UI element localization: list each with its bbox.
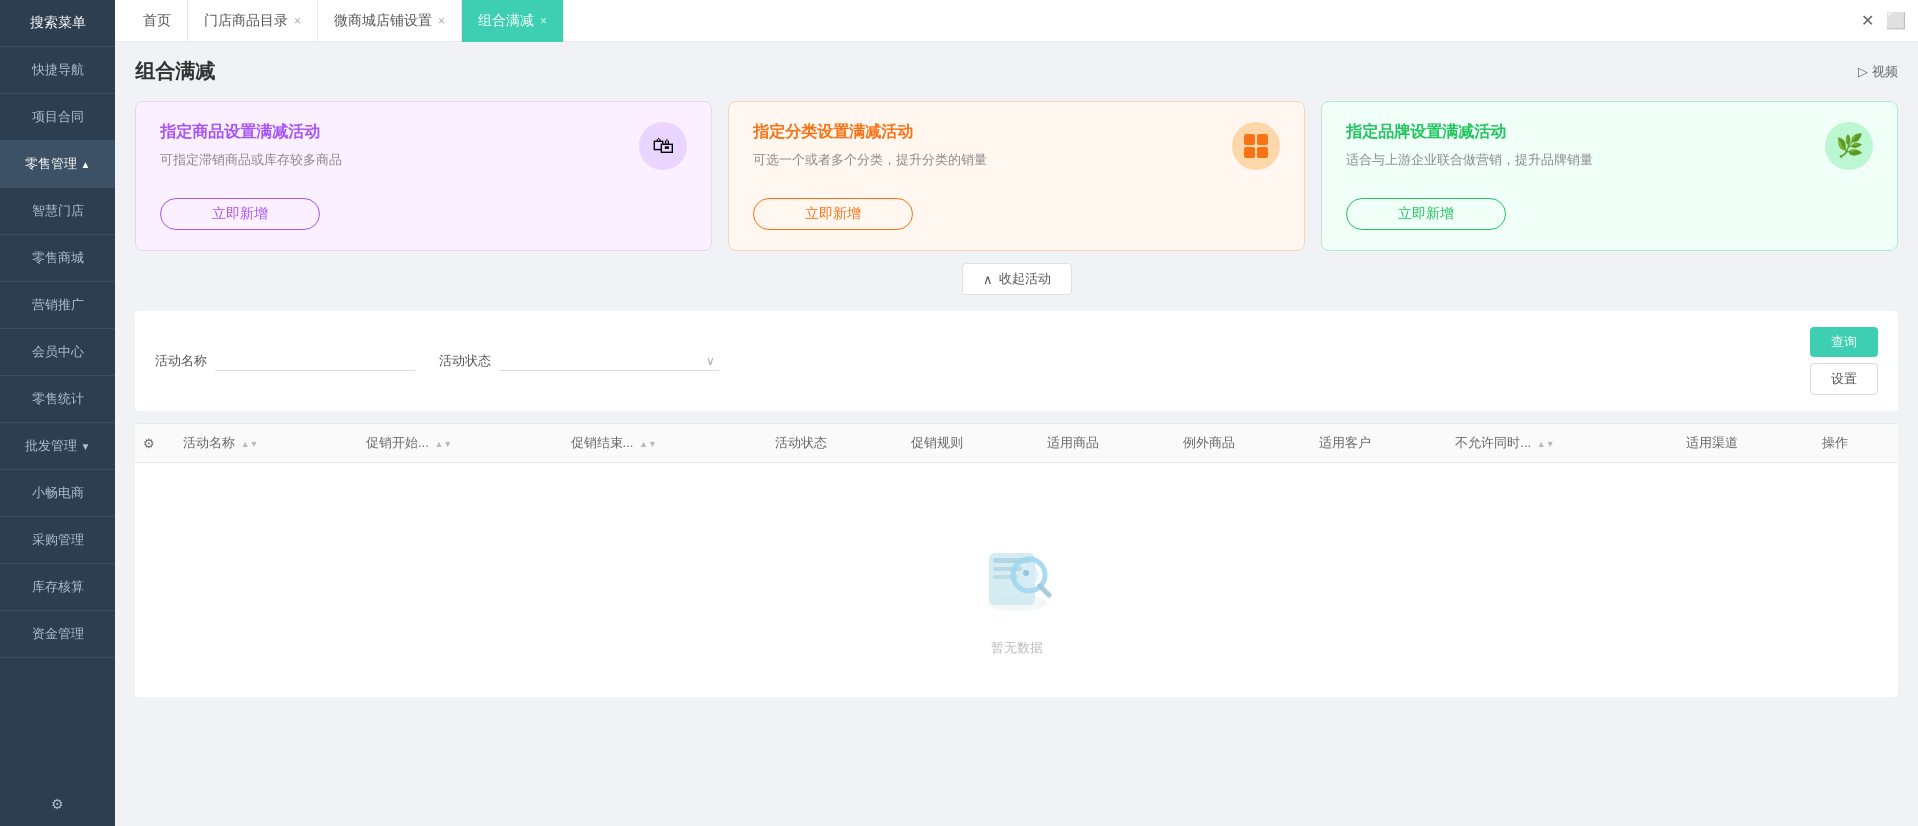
svg-rect-7 [993, 567, 1023, 571]
tab-bar: 首页 门店商品目录 × 微商城店铺设置 × 组合满减 × ✕ ⬜ [115, 0, 1918, 42]
sidebar-settings[interactable]: ⚙ [0, 782, 115, 826]
window-controls: ✕ ⬜ [1861, 11, 1906, 30]
page-title: 组合满减 [135, 58, 215, 85]
chevron-up-icon: ∧ [983, 272, 993, 287]
table-wrap: ⚙ 活动名称 ▲▼ 促销开始... ▲▼ 促销结束... ▲▼ [135, 423, 1898, 697]
sidebar-item-shortcuts[interactable]: 快捷导航 [0, 47, 115, 94]
svg-point-10 [1019, 565, 1039, 585]
th-promo-rule: 促销规则 [903, 424, 1039, 463]
filter-activity-name-label: 活动名称 [155, 352, 207, 370]
sort-icon: ▲▼ [434, 439, 452, 449]
tab-store-catalog[interactable]: 门店商品目录 × [188, 0, 318, 42]
sidebar-item-membership[interactable]: 会员中心 [0, 329, 115, 376]
activity-card-brand: 指定品牌设置满减活动 🌿 适合与上游企业联合做营销，提升品牌销量 立即新增 [1321, 101, 1898, 251]
filter-activity-status: 活动状态 ∨ [439, 351, 719, 371]
sidebar-item-retail-mall[interactable]: 零售商城 [0, 235, 115, 282]
activity-cards: 指定商品设置满减活动 🛍 可指定滞销商品或库存较多商品 立即新增 指定分类设置满… [135, 101, 1898, 251]
tab-close-wechat-store-settings[interactable]: × [438, 14, 445, 28]
sidebar-item-retail-management[interactable]: 零售管理 ▲ [0, 141, 115, 188]
card-product-title: 指定商品设置满减活动 [160, 122, 687, 143]
th-applicable-goods: 适用商品 [1039, 424, 1175, 463]
card-product-desc: 可指定滞销商品或库存较多商品 [160, 151, 687, 178]
filter-activity-status-select[interactable] [499, 351, 719, 371]
data-table: ⚙ 活动名称 ▲▼ 促销开始... ▲▼ 促销结束... ▲▼ [135, 423, 1898, 463]
th-promo-start[interactable]: 促销开始... ▲▼ [358, 424, 563, 463]
collapse-activity-button[interactable]: ∧ 收起活动 [962, 263, 1072, 295]
window-close-button[interactable]: ✕ [1861, 11, 1874, 30]
sidebar-item-smart-store[interactable]: 智慧门店 [0, 188, 115, 235]
svg-rect-1 [1257, 134, 1268, 145]
card-brand-icon: 🌿 [1825, 122, 1873, 170]
tab-home[interactable]: 首页 [127, 0, 188, 42]
card-brand-add-button[interactable]: 立即新增 [1346, 198, 1506, 230]
card-product-icon: 🛍 [639, 122, 687, 170]
filter-activity-name: 活动名称 [155, 351, 415, 371]
th-promo-end[interactable]: 促销结束... ▲▼ [563, 424, 768, 463]
card-category-add-button[interactable]: 立即新增 [753, 198, 913, 230]
sidebar-search[interactable]: 搜索菜单 [0, 0, 115, 47]
collapse-bar: ∧ 收起活动 [135, 263, 1898, 295]
card-product-add-button[interactable]: 立即新增 [160, 198, 320, 230]
main-area: 首页 门店商品目录 × 微商城店铺设置 × 组合满减 × ✕ ⬜ 组合满减 ▷ … [115, 0, 1918, 826]
sort-icon: ▲▼ [639, 439, 657, 449]
svg-rect-0 [1244, 134, 1255, 145]
th-not-allow-concurrent[interactable]: 不允许同时... ▲▼ [1447, 424, 1678, 463]
empty-state-icon [967, 523, 1067, 623]
card-category-desc: 可选一个或者多个分类，提升分类的销量 [753, 151, 1280, 178]
tab-combo-discount[interactable]: 组合满减 × [462, 0, 564, 42]
tab-close-store-catalog[interactable]: × [294, 14, 301, 28]
sidebar-item-project-contract[interactable]: 项目合同 [0, 94, 115, 141]
th-operation: 操作 [1814, 424, 1898, 463]
chevron-down-icon: ▼ [81, 441, 91, 452]
sort-icon: ▲▼ [241, 439, 259, 449]
filter-actions: 查询 设置 [1810, 327, 1878, 395]
page-content: 组合满减 ▷ 视频 指定商品设置满减活动 🛍 可指定滞销商品或库存较多商品 立即… [115, 42, 1918, 826]
play-icon: ▷ [1858, 64, 1868, 79]
sidebar-item-marketing[interactable]: 营销推广 [0, 282, 115, 329]
video-link[interactable]: ▷ 视频 [1858, 63, 1898, 81]
th-status: 活动状态 [767, 424, 903, 463]
svg-rect-3 [1257, 147, 1268, 158]
gear-icon: ⚙ [143, 436, 155, 451]
th-name[interactable]: 活动名称 ▲▼ [175, 424, 358, 463]
settings-button[interactable]: 设置 [1810, 363, 1878, 395]
empty-state: 暂无数据 [135, 463, 1898, 697]
empty-state-text: 暂无数据 [991, 639, 1043, 657]
sidebar-item-retail-stats[interactable]: 零售统计 [0, 376, 115, 423]
window-maximize-button[interactable]: ⬜ [1886, 11, 1906, 30]
svg-point-12 [1023, 570, 1029, 576]
sidebar-item-finance[interactable]: 资金管理 [0, 611, 115, 658]
table-header-row: ⚙ 活动名称 ▲▼ 促销开始... ▲▼ 促销结束... ▲▼ [135, 424, 1898, 463]
th-applicable-channel: 适用渠道 [1678, 424, 1814, 463]
card-category-title: 指定分类设置满减活动 [753, 122, 1280, 143]
filter-bar: 活动名称 活动状态 ∨ 查询 设置 [135, 311, 1898, 411]
th-applicable-customer: 适用客户 [1311, 424, 1447, 463]
sidebar-item-procurement[interactable]: 采购管理 [0, 517, 115, 564]
card-brand-title: 指定品牌设置满减活动 [1346, 122, 1873, 143]
sidebar: 搜索菜单 快捷导航 项目合同 零售管理 ▲ 智慧门店 零售商城 营销推广 会员中… [0, 0, 115, 826]
activity-card-category: 指定分类设置满减活动 可选一个或者多个分类，提升分类的销量 立即新增 [728, 101, 1305, 251]
tab-wechat-store-settings[interactable]: 微商城店铺设置 × [318, 0, 462, 42]
svg-rect-2 [1244, 147, 1255, 158]
activity-card-product: 指定商品设置满减活动 🛍 可指定滞销商品或库存较多商品 立即新增 [135, 101, 712, 251]
query-button[interactable]: 查询 [1810, 327, 1878, 357]
sort-icon: ▲▼ [1537, 439, 1555, 449]
sidebar-item-wholesale[interactable]: 批发管理 ▼ [0, 423, 115, 470]
filter-activity-status-label: 活动状态 [439, 352, 491, 370]
chevron-up-icon: ▲ [81, 159, 91, 170]
filter-activity-name-input[interactable] [215, 351, 415, 371]
th-gear[interactable]: ⚙ [135, 424, 175, 463]
filter-activity-status-wrap: ∨ [499, 351, 719, 371]
tab-close-combo-discount[interactable]: × [540, 14, 547, 28]
sidebar-item-inventory[interactable]: 库存核算 [0, 564, 115, 611]
page-title-bar: 组合满减 ▷ 视频 [135, 58, 1898, 85]
card-brand-desc: 适合与上游企业联合做营销，提升品牌销量 [1346, 151, 1873, 178]
sidebar-item-ecommerce[interactable]: 小畅电商 [0, 470, 115, 517]
card-category-icon [1232, 122, 1280, 170]
th-exception-goods: 例外商品 [1175, 424, 1311, 463]
svg-line-11 [1040, 586, 1049, 595]
